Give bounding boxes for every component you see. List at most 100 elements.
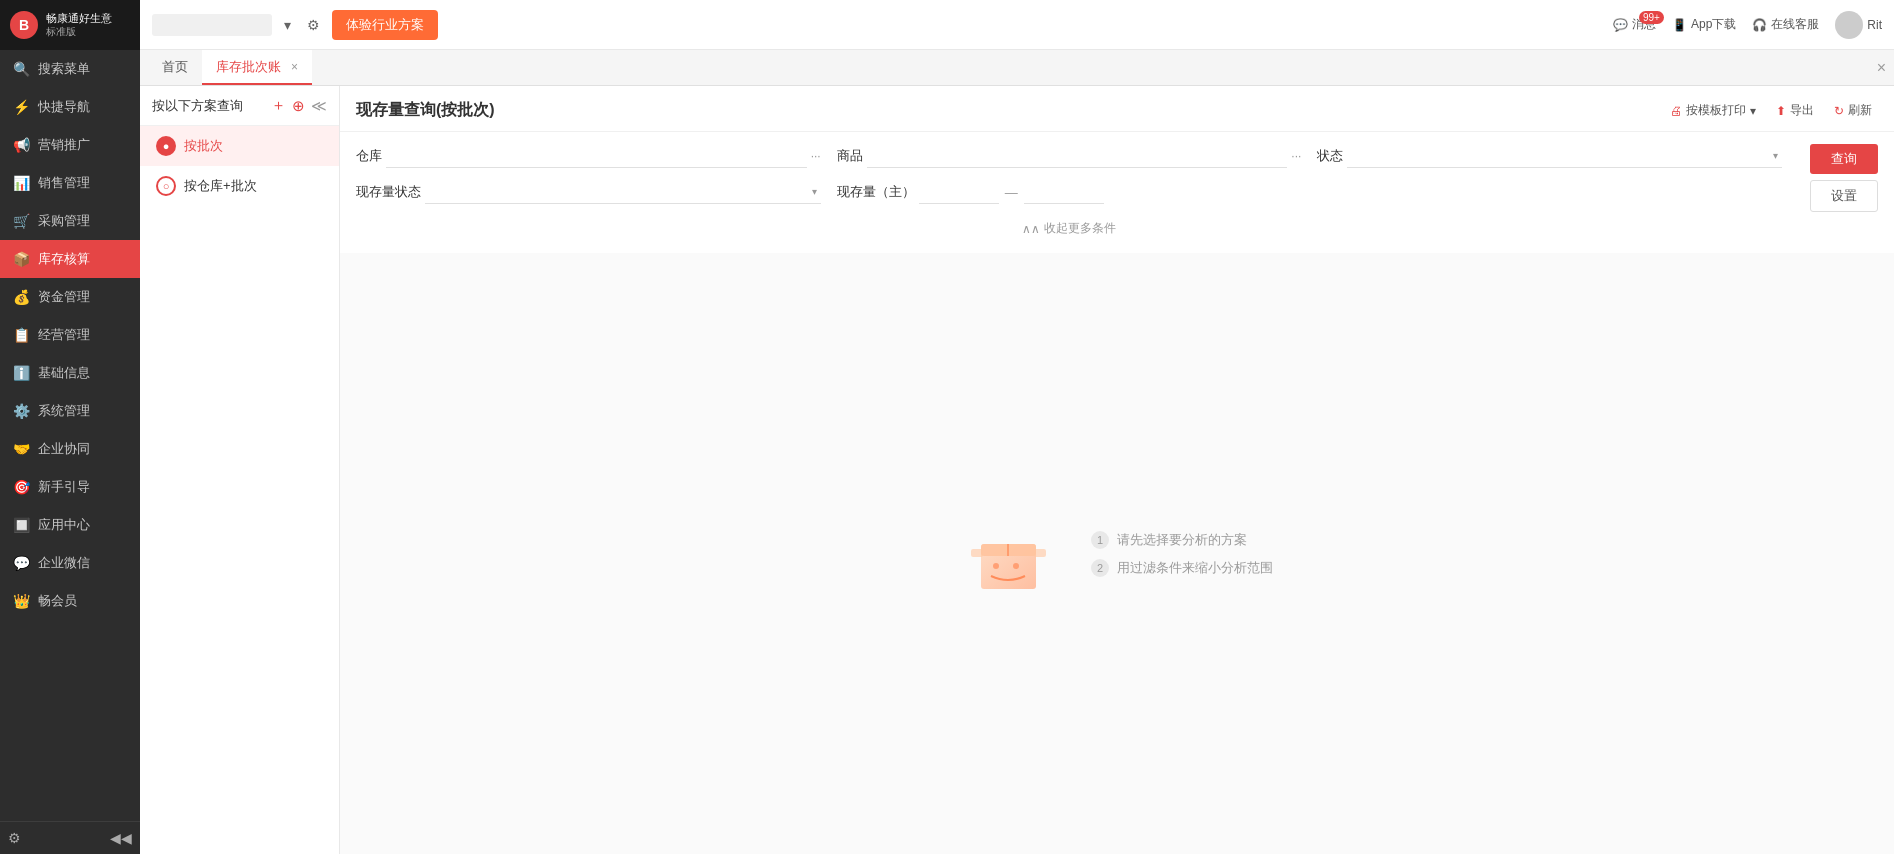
box-icon: 📦 [12,250,30,268]
product-more-icon[interactable]: ··· [1291,149,1301,163]
sidebar-item-app-center[interactable]: 🔲 应用中心 [0,506,140,544]
status-chevron-icon: ▾ [1773,150,1778,161]
scheme-item-warehouse-batch[interactable]: ○ 按仓库+批次 [140,166,339,206]
filter-inventory-status: 现存量状态 有库存 无库存 ▾ [356,180,821,204]
user-name: Rit [1867,18,1882,32]
sidebar-item-label: 应用中心 [38,516,90,534]
collapse-more-conditions-btn[interactable]: ∧∧ 收起更多条件 [356,216,1782,241]
inventory-status-label: 现存量状态 [356,183,421,201]
sidebar-item-sales[interactable]: 📊 销售管理 [0,164,140,202]
collapse-sidebar-btn[interactable]: ◀◀ [110,830,132,846]
filter-warehouse: 仓库 ··· [356,144,821,168]
warehouse-input[interactable] [386,144,807,168]
sidebar-item-member[interactable]: 👑 畅会员 [0,582,140,620]
app-download-btn[interactable]: 📱 App下载 [1672,16,1736,33]
tab-inventory-batch[interactable]: 库存批次账 × [202,50,312,85]
collapse-label: 收起更多条件 [1044,220,1116,237]
online-service-label: 在线客服 [1771,16,1819,33]
tab-home[interactable]: 首页 [148,50,202,85]
refresh-icon: ↻ [1834,104,1844,118]
export-btn[interactable]: ⬆ 导出 [1770,98,1820,123]
message-badge: 99+ [1639,11,1664,24]
breadcrumb-input[interactable] [152,14,272,36]
inventory-amount-min-input[interactable] [919,180,999,204]
warehouse-label: 仓库 [356,147,382,165]
settings-topbar-btn[interactable]: ⚙ [303,13,324,37]
money-icon: 💰 [12,288,30,306]
topbar: ▾ ⚙ 体验行业方案 💬 消息 99+ 📱 App下载 🎧 在线客服 Rit [140,0,1894,50]
sidebar-item-quick-nav[interactable]: ⚡ 快捷导航 [0,88,140,126]
sidebar-item-basic-info[interactable]: ℹ️ 基础信息 [0,354,140,392]
status-select[interactable]: 启用 停用 [1347,144,1782,167]
scheme-warehouse-batch-label: 按仓库+批次 [184,177,257,195]
add-scheme-btn[interactable]: ＋ [271,96,286,115]
experience-industry-btn[interactable]: 体验行业方案 [332,10,438,40]
message-btn[interactable]: 💬 消息 99+ [1613,16,1656,33]
print-btn[interactable]: 🖨 按模板打印 ▾ [1664,98,1762,123]
sidebar-item-label: 系统管理 [38,402,90,420]
gear-icon: ⚙️ [12,402,30,420]
filter-inventory-amount: 现存量（主） — [837,180,1302,204]
empty-tips: 1 请先选择要分析的方案 2 用过滤条件来缩小分析范围 [1091,531,1273,577]
sidebar-item-system[interactable]: ⚙️ 系统管理 [0,392,140,430]
megaphone-icon: 📢 [12,136,30,154]
sidebar-item-enterprise[interactable]: 🤝 企业协同 [0,430,140,468]
inventory-status-select[interactable]: 有库存 无库存 [425,180,821,203]
user-btn[interactable]: Rit [1835,11,1882,39]
handshake-icon: 🤝 [12,440,30,458]
headset-icon: 🎧 [1752,18,1767,32]
info-icon: ℹ️ [12,364,30,382]
sidebar-header: B 畅康通好生意 标准版 [0,0,140,50]
chevron-up-icon: ∧∧ [1022,222,1040,236]
sidebar-item-inventory[interactable]: 📦 库存核算 [0,240,140,278]
scheme-item-batch[interactable]: ● 按批次 [140,126,339,166]
topbar-right: 💬 消息 99+ 📱 App下载 🎧 在线客服 Rit [1613,11,1882,39]
filter-area: 仓库 ··· 商品 ··· [340,132,1894,253]
export-icon: ⬆ [1776,104,1786,118]
sidebar-item-newbie[interactable]: 🎯 新手引导 [0,468,140,506]
sidebar-item-operations[interactable]: 📋 经营管理 [0,316,140,354]
product-input[interactable] [867,144,1288,168]
app-subtitle: 标准版 [46,25,112,39]
empty-state: 1 请先选择要分析的方案 2 用过滤条件来缩小分析范围 [340,253,1894,854]
sidebar-item-marketing[interactable]: 📢 营销推广 [0,126,140,164]
sidebar-item-label: 畅会员 [38,592,77,610]
print-dropdown-icon: ▾ [1750,104,1756,118]
close-all-tabs-btn[interactable]: × [1877,59,1886,77]
app-download-label: App下载 [1691,16,1736,33]
grid-icon: 🔲 [12,516,30,534]
right-content: 现存量查询(按批次) 🖨 按模板打印 ▾ ⬆ 导出 ↻ 刷新 [340,86,1894,854]
sidebar-item-finance[interactable]: 💰 资金管理 [0,278,140,316]
tip-text-1: 请先选择要分析的方案 [1117,531,1247,549]
sidebar-item-label: 搜索菜单 [38,60,90,78]
online-service-btn[interactable]: 🎧 在线客服 [1752,16,1819,33]
empty-tip-1: 1 请先选择要分析的方案 [1091,531,1273,549]
filter-settings-btn[interactable]: 设置 [1810,180,1878,212]
warehouse-more-icon[interactable]: ··· [811,149,821,163]
target-icon: 🎯 [12,478,30,496]
tab-close-btn[interactable]: × [291,60,298,74]
inventory-status-select-wrapper: 有库存 无库存 ▾ [425,180,821,204]
page-title: 现存量查询(按批次) [356,100,495,121]
tab-inventory-batch-label: 库存批次账 [216,58,281,76]
scheme-settings-btn[interactable]: ⊕ [292,96,305,115]
settings-bottom-btn[interactable]: ⚙ [8,830,21,846]
sidebar-item-label: 经营管理 [38,326,90,344]
sidebar-item-label: 企业微信 [38,554,90,572]
dropdown-btn[interactable]: ▾ [280,13,295,37]
sidebar-item-enterprise-wechat[interactable]: 💬 企业微信 [0,544,140,582]
sidebar-item-purchase[interactable]: 🛒 采购管理 [0,202,140,240]
scheme-inactive-icon: ○ [156,176,176,196]
filter-row-1: 仓库 ··· 商品 ··· [356,144,1782,168]
sidebar-item-label: 销售管理 [38,174,90,192]
page-header-actions: 🖨 按模板打印 ▾ ⬆ 导出 ↻ 刷新 [1664,98,1878,123]
scheme-active-icon: ● [156,136,176,156]
refresh-btn[interactable]: ↻ 刷新 [1828,98,1878,123]
collapse-left-panel-btn[interactable]: ≪ [311,96,327,115]
inventory-amount-max-input[interactable] [1024,180,1104,204]
print-icon: 🖨 [1670,104,1682,118]
topbar-left: ▾ ⚙ 体验行业方案 [152,10,1605,40]
sidebar-item-search[interactable]: 🔍 搜索菜单 [0,50,140,88]
query-btn[interactable]: 查询 [1810,144,1878,174]
filter-row-2: 现存量状态 有库存 无库存 ▾ [356,180,1782,204]
